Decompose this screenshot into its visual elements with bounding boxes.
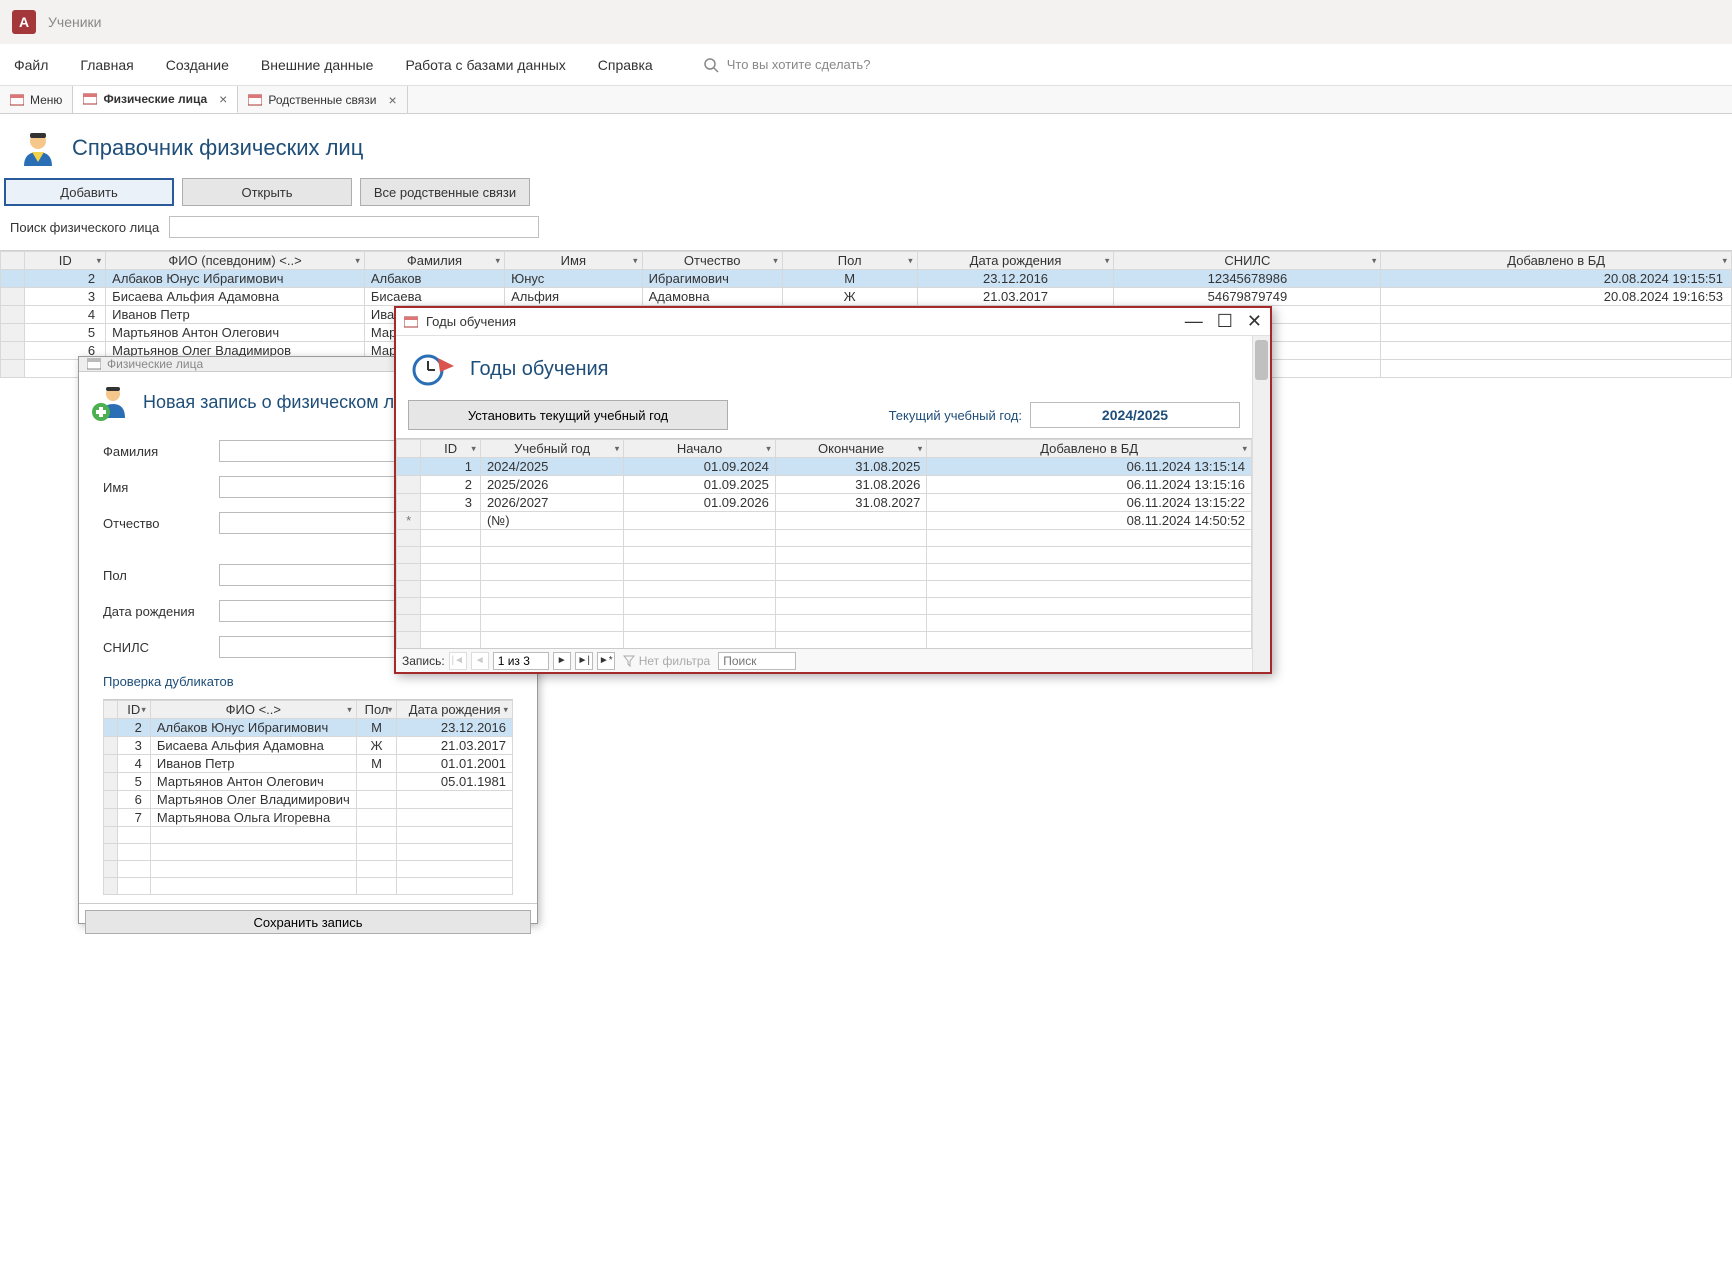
ribbon-create[interactable]: Создание: [164, 53, 231, 77]
current-year-label: Текущий учебный год:: [889, 408, 1022, 423]
all-relations-button[interactable]: Все родственные связи: [360, 178, 530, 206]
nav-first-icon[interactable]: |◄: [449, 652, 467, 670]
years-title-bar[interactable]: Годы обучения — ☐ ✕: [396, 308, 1270, 336]
nav-new-icon[interactable]: ►*: [597, 652, 615, 670]
table-row[interactable]: 22025/2026 01.09.202531.08.2026 06.11.20…: [397, 476, 1252, 494]
nav-last-icon[interactable]: ►|: [575, 652, 593, 670]
tab-strip: Меню Физические лица × Родственные связи…: [0, 86, 1732, 114]
ribbon-external[interactable]: Внешние данные: [259, 53, 376, 77]
table-row[interactable]: 3 Бисаева Альфия АдамовнаБисаеваАльфияАд…: [1, 288, 1732, 306]
ribbon-db-tools[interactable]: Работа с базами данных: [403, 53, 567, 77]
filter-indicator[interactable]: Нет фильтра: [623, 654, 711, 668]
person-directory-icon: [18, 128, 58, 168]
add-person-icon: [91, 382, 131, 422]
col-header[interactable]: Начало▾: [624, 440, 776, 458]
clock-icon: [410, 348, 456, 390]
ribbon-help[interactable]: Справка: [596, 53, 655, 77]
table-row[interactable]: * (№) 08.11.2024 14:50:52: [397, 512, 1252, 530]
col-header[interactable]: ФИО (псевдоним) <..>▾: [106, 252, 365, 270]
form-icon: [404, 315, 418, 329]
col-header[interactable]: Дата рождения▾: [397, 701, 513, 719]
years-modal: Годы обучения — ☐ ✕ Годы обучения: [394, 306, 1272, 674]
dob-label: Дата рождения: [103, 604, 211, 619]
table-row[interactable]: 3Бисаева Альфия Адамовна Ж21.03.2017: [104, 737, 513, 755]
vertical-scrollbar[interactable]: [1252, 336, 1270, 672]
open-button[interactable]: Открыть: [182, 178, 352, 206]
table-row[interactable]: 7Мартьянова Ольга Игоревна: [104, 809, 513, 827]
close-icon[interactable]: ✕: [1247, 311, 1262, 332]
search-row: Поиск физического лица: [0, 216, 1732, 250]
minimize-icon[interactable]: —: [1185, 311, 1203, 332]
col-header[interactable]: ФИО <..>▾: [150, 701, 356, 719]
table-row[interactable]: 4Иванов Петр М01.01.2001: [104, 755, 513, 773]
page-header: Справочник физических лиц: [0, 114, 1732, 178]
col-header[interactable]: Добавлено в БД▾: [1381, 252, 1732, 270]
maximize-icon[interactable]: ☐: [1217, 311, 1233, 332]
col-header[interactable]: Пол▾: [356, 701, 397, 719]
form-icon: [10, 93, 24, 107]
col-header[interactable]: ID▾: [421, 440, 481, 458]
duplicates-label: Проверка дубликатов: [103, 674, 513, 689]
form-icon: [248, 93, 262, 107]
scrollbar-thumb[interactable]: [1255, 340, 1268, 380]
duplicates-grid[interactable]: ID▾ФИО <..>▾Пол▾Дата рождения▾ 2Албаков …: [103, 699, 513, 895]
table-row[interactable]: 5Мартьянов Антон Олегович 05.01.1981: [104, 773, 513, 791]
table-row[interactable]: 2 Албаков Юнус ИбрагимовичАлбаковЮнусИбр…: [1, 270, 1732, 288]
col-header[interactable]: Окончание▾: [775, 440, 927, 458]
name-label: Имя: [103, 480, 211, 495]
years-title: Годы обучения: [470, 358, 609, 381]
page-title: Справочник физических лиц: [72, 135, 363, 161]
sex-label: Пол: [103, 568, 211, 583]
table-row[interactable]: 12024/2025 01.09.202431.08.2025 06.11.20…: [397, 458, 1252, 476]
col-header[interactable]: Учебный год▾: [480, 440, 623, 458]
record-position-input[interactable]: [493, 652, 549, 670]
search-label: Поиск физического лица: [10, 220, 159, 235]
col-header[interactable]: СНИЛС▾: [1114, 252, 1381, 270]
snils-label: СНИЛС: [103, 640, 211, 655]
col-header[interactable]: Добавлено в БД▾: [927, 440, 1252, 458]
funnel-icon: [623, 655, 635, 667]
col-header[interactable]: Фамилия▾: [364, 252, 504, 270]
col-header[interactable]: Отчество▾: [642, 252, 782, 270]
surname-label: Фамилия: [103, 444, 211, 459]
record-search-input[interactable]: [718, 652, 796, 670]
access-app-icon: A: [12, 10, 36, 34]
col-header[interactable]: Дата рождения▾: [917, 252, 1114, 270]
table-row[interactable]: 32026/2027 01.09.202631.08.2027 06.11.20…: [397, 494, 1252, 512]
col-header[interactable]: Имя▾: [505, 252, 643, 270]
ribbon-file[interactable]: Файл: [12, 53, 50, 77]
tab-relations[interactable]: Родственные связи ×: [238, 86, 407, 113]
toolbar: Добавить Открыть Все родственные связи: [0, 178, 1732, 216]
tab-persons[interactable]: Физические лица ×: [73, 86, 238, 113]
years-grid[interactable]: ID▾Учебный год▾Начало▾Окончание▾Добавлен…: [396, 438, 1252, 648]
search-input[interactable]: [169, 216, 539, 238]
save-button[interactable]: Сохранить запись: [85, 910, 531, 934]
table-row[interactable]: 2Албаков Юнус Ибрагимович М23.12.2016: [104, 719, 513, 737]
patronymic-label: Отчество: [103, 516, 211, 531]
app-title: Ученики: [48, 14, 101, 30]
search-icon: [703, 57, 719, 73]
table-row[interactable]: 6Мартьянов Олег Владимирович: [104, 791, 513, 809]
tab-menu[interactable]: Меню: [0, 86, 73, 113]
col-header[interactable]: ID▾: [117, 701, 150, 719]
set-current-year-button[interactable]: Установить текущий учебный год: [408, 400, 728, 430]
ribbon-home[interactable]: Главная: [78, 53, 135, 77]
nav-prev-icon[interactable]: ◄: [471, 652, 489, 670]
close-icon[interactable]: ×: [219, 92, 227, 106]
form-icon: [87, 357, 101, 371]
title-bar: A Ученики: [0, 0, 1732, 44]
record-navigator: Запись: |◄ ◄ ► ►| ►* Нет фильтра: [396, 648, 1252, 672]
add-button[interactable]: Добавить: [4, 178, 174, 206]
col-header[interactable]: Пол▾: [782, 252, 917, 270]
tell-me-search[interactable]: Что вы хотите сделать?: [703, 57, 871, 73]
close-icon[interactable]: ×: [388, 93, 396, 107]
ribbon-menu: Файл Главная Создание Внешние данные Раб…: [0, 44, 1732, 86]
modal-title: Новая запись о физическом ли: [143, 392, 404, 413]
current-year-value: 2024/2025: [1030, 402, 1240, 428]
col-header[interactable]: ID▾: [25, 252, 106, 270]
nav-next-icon[interactable]: ►: [553, 652, 571, 670]
form-icon: [83, 92, 97, 106]
